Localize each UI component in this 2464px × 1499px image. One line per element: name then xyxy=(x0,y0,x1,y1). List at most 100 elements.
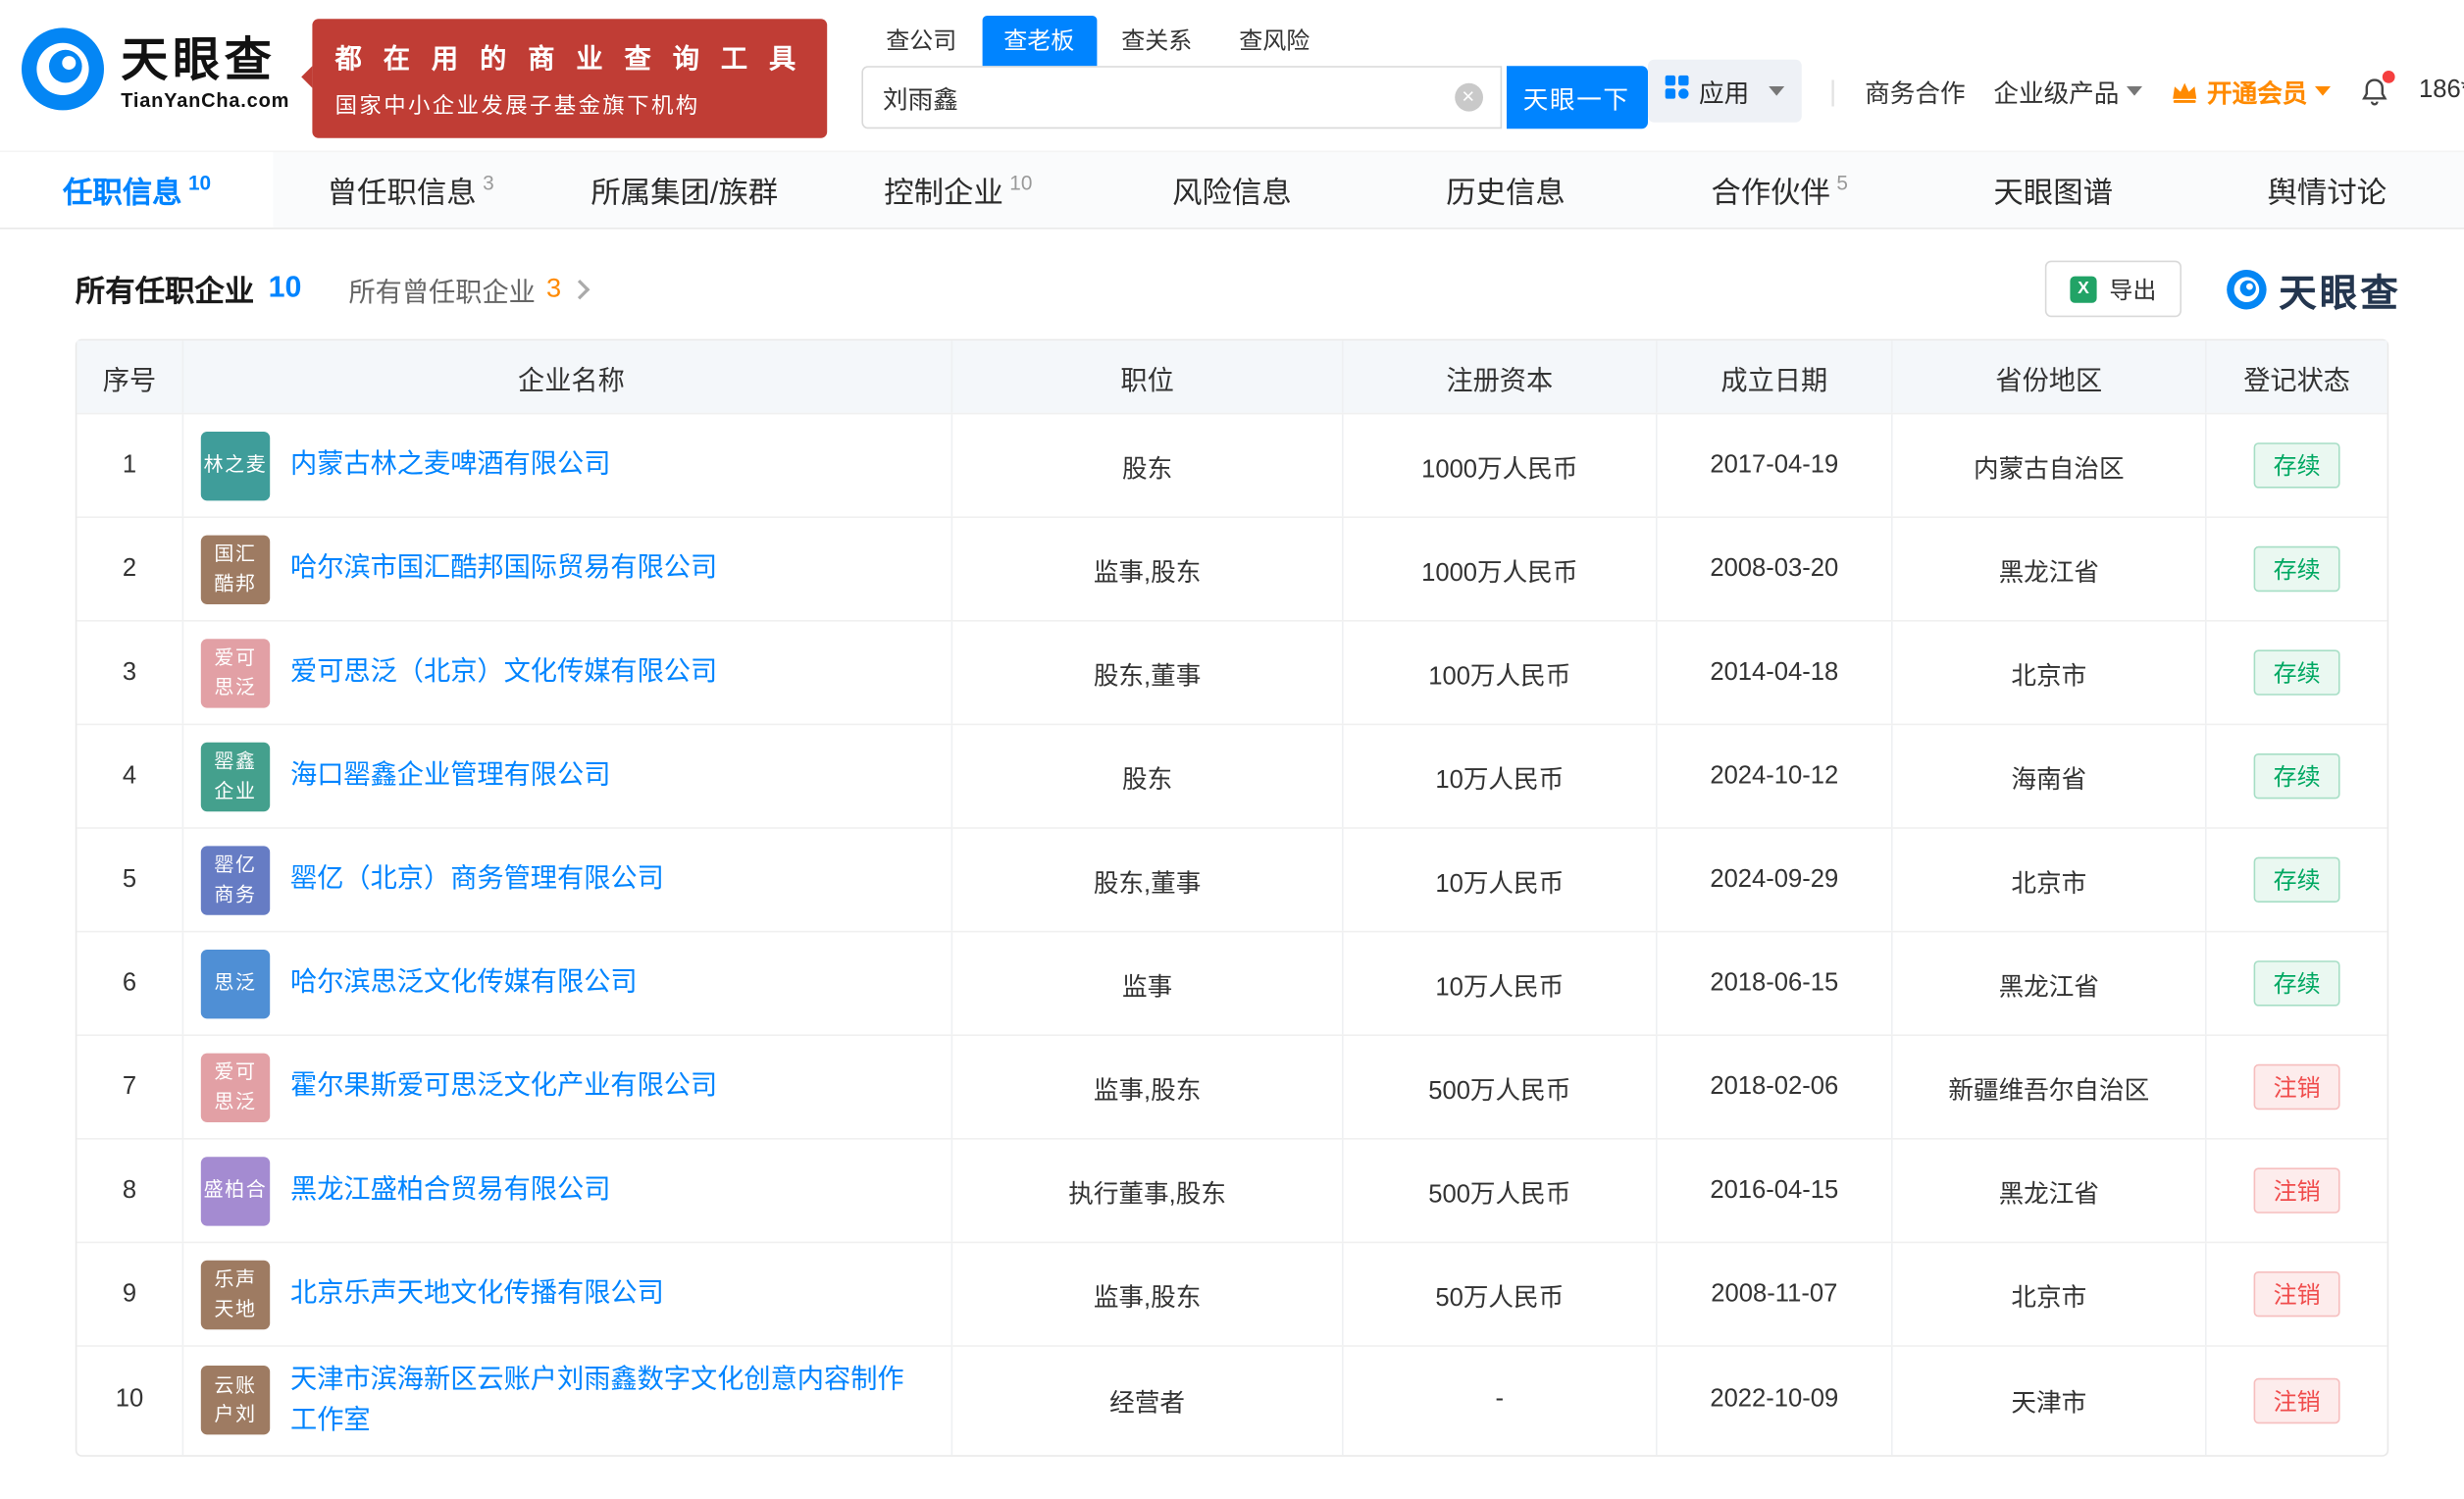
search-tab[interactable]: 查关系 xyxy=(1100,16,1214,66)
account-phone[interactable]: 186*... xyxy=(2419,77,2464,105)
phone-label: 186*... xyxy=(2419,77,2464,104)
page-tab-label: 任职信息 xyxy=(62,177,182,210)
row-index: 10 xyxy=(77,1346,184,1455)
page-tab[interactable]: 控制企业 10 xyxy=(821,152,1095,228)
promo-line2: 国家中小企业发展子基金旗下机构 xyxy=(334,92,700,118)
top-right-nav: 应用 | 商务合作 企业级产品 开通会员 186 xyxy=(1647,59,2464,123)
capital-cell: 500万人民币 xyxy=(1344,1139,1658,1242)
table-header-row: 序号 企业名称 职位 注册资本 成立日期 省份地区 登记状态 xyxy=(77,340,2387,413)
notification-dot xyxy=(2383,70,2396,82)
page-tab[interactable]: 合作伙伴 5 xyxy=(1643,152,1917,228)
row-index: 3 xyxy=(77,621,184,724)
province-cell: 天津市 xyxy=(1893,1346,2207,1455)
section-title: 所有任职企业 xyxy=(75,275,255,309)
company-name-link[interactable]: 内蒙古林之麦啤酒有限公司 xyxy=(290,444,610,486)
excel-icon: X xyxy=(2070,275,2097,302)
capital-cell: 10万人民币 xyxy=(1344,725,1658,828)
table-row: 4 罂鑫 企业 海口罂鑫企业管理有限公司 股东 10万人民币 2024-10-1… xyxy=(77,723,2387,828)
notification-bell-icon[interactable] xyxy=(2359,70,2396,108)
province-cell: 黑龙江省 xyxy=(1893,1139,2207,1242)
search-input[interactable] xyxy=(860,66,1502,129)
nav-enterprise-products[interactable]: 企业级产品 xyxy=(1993,73,2143,110)
company-name-link[interactable]: 北京乐声天地文化传播有限公司 xyxy=(290,1273,664,1315)
crown-icon xyxy=(2171,79,2199,103)
position-cell: 股东,董事 xyxy=(952,828,1344,931)
watermark-logo: 天眼查 xyxy=(2226,261,2401,316)
clear-search-icon[interactable]: × xyxy=(1454,82,1483,112)
search-tab[interactable]: 查风险 xyxy=(1217,16,1332,66)
page-tab[interactable]: 风险信息 xyxy=(1095,152,1368,228)
status-badge: 注销 xyxy=(2254,1167,2339,1214)
company-name-link[interactable]: 海口罂鑫企业管理有限公司 xyxy=(290,755,610,797)
row-index: 6 xyxy=(77,932,184,1035)
nav-business-coop[interactable]: 商务合作 xyxy=(1865,73,1965,110)
row-index: 4 xyxy=(77,725,184,828)
company-name-link[interactable]: 哈尔滨思泛文化传媒有限公司 xyxy=(290,962,638,1004)
company-name-link[interactable]: 霍尔果斯爱可思泛文化产业有限公司 xyxy=(290,1066,717,1108)
search-tab[interactable]: 查老板 xyxy=(981,16,1097,67)
status-badge: 存续 xyxy=(2254,545,2339,593)
company-logo: 爱可 思泛 xyxy=(200,1052,271,1122)
page-tab-label: 历史信息 xyxy=(1446,177,1566,210)
date-cell: 2018-02-06 xyxy=(1658,1036,1893,1138)
position-cell: 股东 xyxy=(952,414,1344,517)
section-header: 所有任职企业 10 所有曾任职企业 3 X 导出 天眼查 xyxy=(0,230,2464,339)
status-badge: 注销 xyxy=(2254,1271,2339,1318)
company-logo: 罂亿 商务 xyxy=(200,845,271,914)
status-badge: 存续 xyxy=(2254,856,2339,903)
search-type-tabs: 查公司 查老板 查关系 查风险 xyxy=(861,16,1648,67)
chevron-down-icon xyxy=(2127,86,2143,96)
apps-label: 应用 xyxy=(1699,81,1750,109)
page-tab-label: 天眼图谱 xyxy=(1993,177,2114,210)
page-tab[interactable]: 历史信息 xyxy=(1369,152,1643,228)
position-cell: 监事,股东 xyxy=(952,1036,1344,1138)
company-name-link[interactable]: 罂亿（北京）商务管理有限公司 xyxy=(290,859,664,901)
page-tab[interactable]: 曾任职信息 3 xyxy=(274,152,547,228)
position-cell: 监事 xyxy=(952,932,1344,1035)
position-cell: 监事,股东 xyxy=(952,1243,1344,1346)
position-cell: 监事,股东 xyxy=(952,518,1344,620)
column-header: 企业名称 xyxy=(183,340,953,413)
section-title-count: 10 xyxy=(268,271,302,305)
page-tab[interactable]: 天眼图谱 xyxy=(1917,152,2190,228)
column-header: 职位 xyxy=(952,340,1344,413)
row-index: 5 xyxy=(77,828,184,931)
chevron-down-icon xyxy=(2315,86,2332,96)
chevron-down-icon xyxy=(1768,86,1784,96)
enterprise-label: 企业级产品 xyxy=(1993,81,2120,109)
status-badge: 注销 xyxy=(2254,1377,2339,1423)
page-tab-count: 3 xyxy=(483,170,494,194)
capital-cell: 10万人民币 xyxy=(1344,932,1658,1035)
search-tab[interactable]: 查公司 xyxy=(864,16,979,66)
page-tab-label: 曾任职信息 xyxy=(327,177,477,210)
table-row: 3 爱可 思泛 爱可思泛（北京）文化传媒有限公司 股东,董事 100万人民币 2… xyxy=(77,620,2387,724)
former-positions-link[interactable]: 所有曾任职企业 3 xyxy=(348,269,590,308)
vip-label: 开通会员 xyxy=(2207,81,2308,109)
promo-line1: 都 在 用 的 商 业 查 询 工 具 xyxy=(334,43,803,75)
search-button[interactable]: 天眼一下 xyxy=(1506,66,1648,129)
page-tab[interactable]: 舆情讨论 xyxy=(2190,152,2464,228)
company-name-link[interactable]: 爱可思泛（北京）文化传媒有限公司 xyxy=(290,652,717,694)
page-tab[interactable]: 任职信息 10 xyxy=(0,152,275,228)
status-badge: 存续 xyxy=(2254,960,2339,1007)
date-cell: 2008-03-20 xyxy=(1658,518,1893,620)
capital-cell: 500万人民币 xyxy=(1344,1036,1658,1138)
vip-button[interactable]: 开通会员 xyxy=(2171,73,2332,110)
company-name-link[interactable]: 黑龙江盛柏合贸易有限公司 xyxy=(290,1170,610,1212)
company-logo: 盛柏合 xyxy=(200,1156,271,1225)
search-area: 查公司查老板查关系查风险 × 天眼一下 xyxy=(860,16,1648,129)
export-button[interactable]: X 导出 xyxy=(2044,260,2182,318)
column-header: 成立日期 xyxy=(1658,340,1893,413)
page-tab[interactable]: 所属集团/族群 xyxy=(547,152,821,228)
brand-name: 天眼查 xyxy=(121,33,277,86)
apps-button[interactable]: 应用 xyxy=(1647,59,1802,123)
province-cell: 北京市 xyxy=(1893,828,2207,931)
date-cell: 2014-04-18 xyxy=(1658,621,1893,724)
table-row: 8 盛柏合 黑龙江盛柏合贸易有限公司 执行董事,股东 500万人民币 2016-… xyxy=(77,1138,2387,1242)
brand-logo[interactable]: 天眼查 TianYanCha.com xyxy=(19,26,289,122)
company-name-link[interactable]: 哈尔滨市国汇酷邦国际贸易有限公司 xyxy=(290,548,717,590)
company-name-link[interactable]: 天津市滨海新区云账户刘雨鑫数字文化创意内容制作工作室 xyxy=(290,1360,926,1442)
page-tab-count: 10 xyxy=(187,170,212,194)
province-cell: 北京市 xyxy=(1893,1243,2207,1346)
export-label: 导出 xyxy=(2109,277,2157,304)
